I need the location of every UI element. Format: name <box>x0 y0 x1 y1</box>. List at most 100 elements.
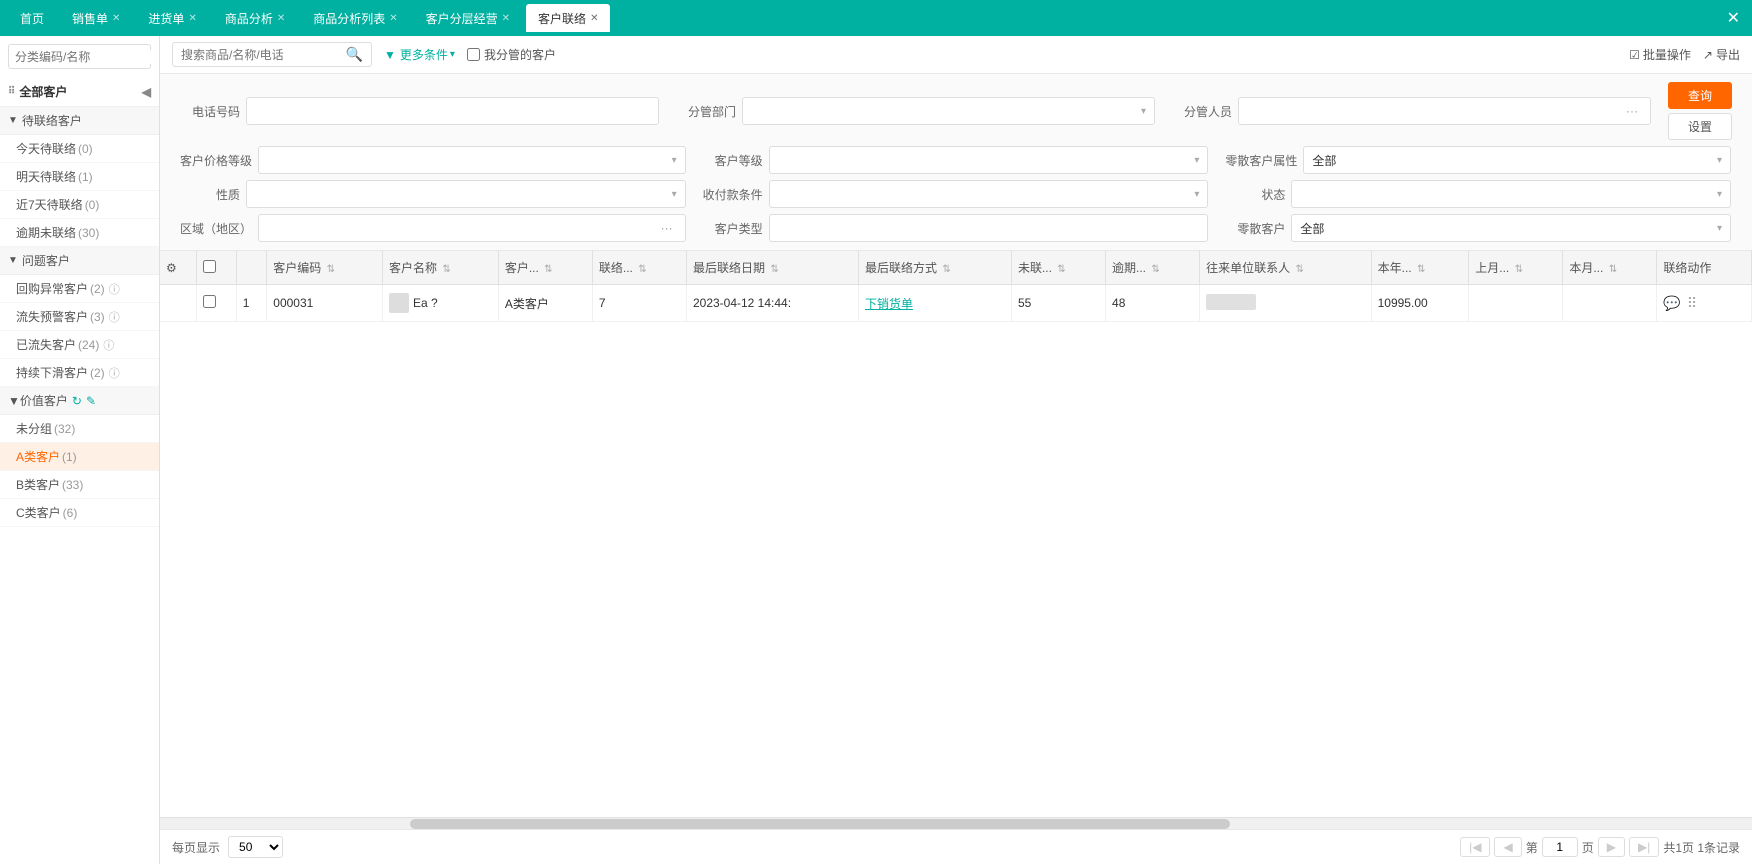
sidebar-item-7days[interactable]: 近7天待联络 (0) <box>0 191 159 219</box>
page-input[interactable] <box>1542 837 1578 857</box>
nature-label: 性质 <box>180 186 240 203</box>
nav-tab-customer-contact-close[interactable]: ✕ <box>590 13 598 24</box>
nav-tab-customer-contact[interactable]: 客户联络 ✕ <box>526 4 610 32</box>
export-button[interactable]: ↗ 导出 <box>1703 46 1740 63</box>
area-select[interactable]: ··· <box>258 214 686 242</box>
sidebar-item-overdue[interactable]: 逾期未联络 (30) <box>0 219 159 247</box>
per-page-select[interactable]: 50 100 200 <box>228 836 283 858</box>
select-all-checkbox[interactable] <box>203 260 216 273</box>
th-code[interactable]: 客户编码 ⇅ <box>267 251 383 285</box>
sidebar-search-input[interactable] <box>15 50 160 64</box>
retail-attr-select[interactable]: 全部 ▾ <box>1303 146 1731 174</box>
nav-tab-customer-segmentation[interactable]: 客户分层经营 ✕ <box>414 4 522 32</box>
contact-sort-icon: ⇅ <box>638 264 646 275</box>
all-customers-header[interactable]: ⠿ 全部客户 ◀ <box>0 77 159 107</box>
payment-chevron: ▾ <box>1194 189 1199 200</box>
filter-row-3: 性质 ▾ 收付款条件 ▾ 状态 <box>172 180 1740 208</box>
filter-row-2: 客户价格等级 ▾ 客户等级 ▾ 零散客户属性 全部 <box>172 146 1740 174</box>
nav-tab-purchase-close[interactable]: ✕ <box>188 13 196 24</box>
last-page-button[interactable]: ▶| <box>1629 837 1659 857</box>
my-customers-label: 我分管的客户 <box>484 46 556 63</box>
scroll-thumb[interactable] <box>410 819 1230 829</box>
filter-cell-nature: 性质 ▾ <box>172 180 695 208</box>
sidebar-item-churn-warning-count: (3) <box>90 310 105 324</box>
sidebar-item-repurchase[interactable]: 回购异常客户 (2) ⓘ <box>0 275 159 303</box>
sidebar-item-churned[interactable]: 已流失客户 (24) ⓘ <box>0 331 159 359</box>
nav-tab-sales[interactable]: 销售单 ✕ <box>60 4 132 32</box>
th-customer-level[interactable]: 客户... ⇅ <box>498 251 592 285</box>
nav-tab-sales-close[interactable]: ✕ <box>112 13 120 24</box>
prev-page-button[interactable]: ◀ <box>1494 837 1521 857</box>
app-close-button[interactable]: ✕ <box>1723 4 1744 32</box>
problem-customers-group[interactable]: ▼ 问题客户 <box>0 247 159 275</box>
edit-icon[interactable]: ✎ <box>86 394 96 408</box>
customer-avatar <box>389 293 409 313</box>
price-level-select[interactable]: ▾ <box>258 146 686 174</box>
phone-input[interactable] <box>246 97 659 125</box>
horizontal-scrollbar[interactable] <box>160 817 1752 829</box>
dept-select[interactable]: ▾ <box>742 97 1155 125</box>
nav-tab-home[interactable]: 首页 <box>8 4 56 32</box>
th-name[interactable]: 客户名称 ⇅ <box>383 251 499 285</box>
of-label: 页 <box>1582 839 1594 856</box>
status-select[interactable]: ▾ <box>1291 180 1731 208</box>
value-customers-group[interactable]: ▼ 价值客户 ↻ ✎ <box>0 387 159 415</box>
th-current-month[interactable]: 本月... ⇅ <box>1563 251 1657 285</box>
customer-type-select[interactable] <box>769 214 1209 242</box>
problem-arrow: ▼ <box>8 255 18 266</box>
home-label: 首页 <box>20 10 44 27</box>
th-contacts[interactable]: 往来单位联系人 ⇅ <box>1200 251 1372 285</box>
filter-search-input[interactable] <box>181 48 346 62</box>
td-overdue: 48 <box>1106 285 1200 322</box>
more-actions-icon[interactable]: ⠿ <box>1687 295 1697 312</box>
th-last-contact-method[interactable]: 最后联络方式 ⇅ <box>859 251 1012 285</box>
th-gear[interactable]: ⚙ <box>160 251 196 285</box>
filter-search-icon[interactable]: 🔍 <box>346 46 363 63</box>
my-customers-checkbox[interactable] <box>467 48 480 61</box>
funnel-icon: ▼ <box>384 48 396 62</box>
filter-more-label: 更多条件 <box>400 46 448 63</box>
th-overdue[interactable]: 逾期... ⇅ <box>1106 251 1200 285</box>
sidebar-item-declining[interactable]: 持续下滑客户 (2) ⓘ <box>0 359 159 387</box>
sidebar-item-class-b[interactable]: B类客户 (33) <box>0 471 159 499</box>
settings-button[interactable]: 设置 <box>1668 113 1732 140</box>
sidebar-item-tomorrow[interactable]: 明天待联络 (1) <box>0 163 159 191</box>
payment-select[interactable]: ▾ <box>769 180 1209 208</box>
customer-level-select[interactable]: ▾ <box>769 146 1209 174</box>
row-checkbox[interactable] <box>203 295 216 308</box>
nav-tab-product-list[interactable]: 商品分析列表 ✕ <box>301 4 409 32</box>
nav-tab-purchase[interactable]: 进货单 ✕ <box>136 4 208 32</box>
collapse-icon[interactable]: ◀ <box>142 85 151 99</box>
filter-cell-person: 分管人员 ··· <box>1164 97 1660 125</box>
filter-cell-price-level: 客户价格等级 ▾ <box>172 146 695 174</box>
sidebar-item-today[interactable]: 今天待联络 (0) <box>0 135 159 163</box>
next-page-button[interactable]: ▶ <box>1598 837 1625 857</box>
sidebar-item-class-c[interactable]: C类客户 (6) <box>0 499 159 527</box>
first-page-button[interactable]: |◀ <box>1460 837 1490 857</box>
nav-tab-customer-segmentation-close[interactable]: ✕ <box>502 13 510 24</box>
nav-tab-product-analysis[interactable]: 商品分析 ✕ <box>213 4 297 32</box>
nature-select[interactable]: ▾ <box>246 180 686 208</box>
refresh-icon[interactable]: ↻ <box>72 394 82 408</box>
sidebar-item-churn-warning[interactable]: 流失预警客户 (3) ⓘ <box>0 303 159 331</box>
th-last-month[interactable]: 上月... ⇅ <box>1469 251 1563 285</box>
batch-op-button[interactable]: ☑ 批量操作 <box>1629 46 1691 63</box>
nav-tab-product-list-close[interactable]: ✕ <box>389 13 397 24</box>
pending-contact-group[interactable]: ▼ 待联络客户 <box>0 107 159 135</box>
contact-method-link[interactable]: 下销货单 <box>865 297 913 311</box>
query-button[interactable]: 查询 <box>1668 82 1732 109</box>
th-last-contact-date[interactable]: 最后联络日期 ⇅ <box>686 251 858 285</box>
th-current-year[interactable]: 本年... ⇅ <box>1371 251 1469 285</box>
person-select[interactable]: ··· <box>1238 97 1651 125</box>
message-icon[interactable]: 💬 <box>1663 295 1680 312</box>
retail-customer-select[interactable]: 全部 ▾ <box>1291 214 1731 242</box>
my-customers-checkbox-container[interactable]: 我分管的客户 <box>467 46 556 63</box>
area-dots-icon[interactable]: ··· <box>657 221 677 235</box>
person-dots-icon[interactable]: ··· <box>1622 104 1642 118</box>
sidebar-item-ungrouped[interactable]: 未分组 (32) <box>0 415 159 443</box>
nav-tab-product-analysis-close[interactable]: ✕ <box>277 13 285 24</box>
sidebar-item-class-a[interactable]: A类客户 (1) <box>0 443 159 471</box>
th-no-contact[interactable]: 未联... ⇅ <box>1011 251 1105 285</box>
th-contact-count[interactable]: 联络... ⇅ <box>592 251 686 285</box>
filter-more-conditions[interactable]: ▼ 更多条件 ▾ <box>384 46 455 63</box>
